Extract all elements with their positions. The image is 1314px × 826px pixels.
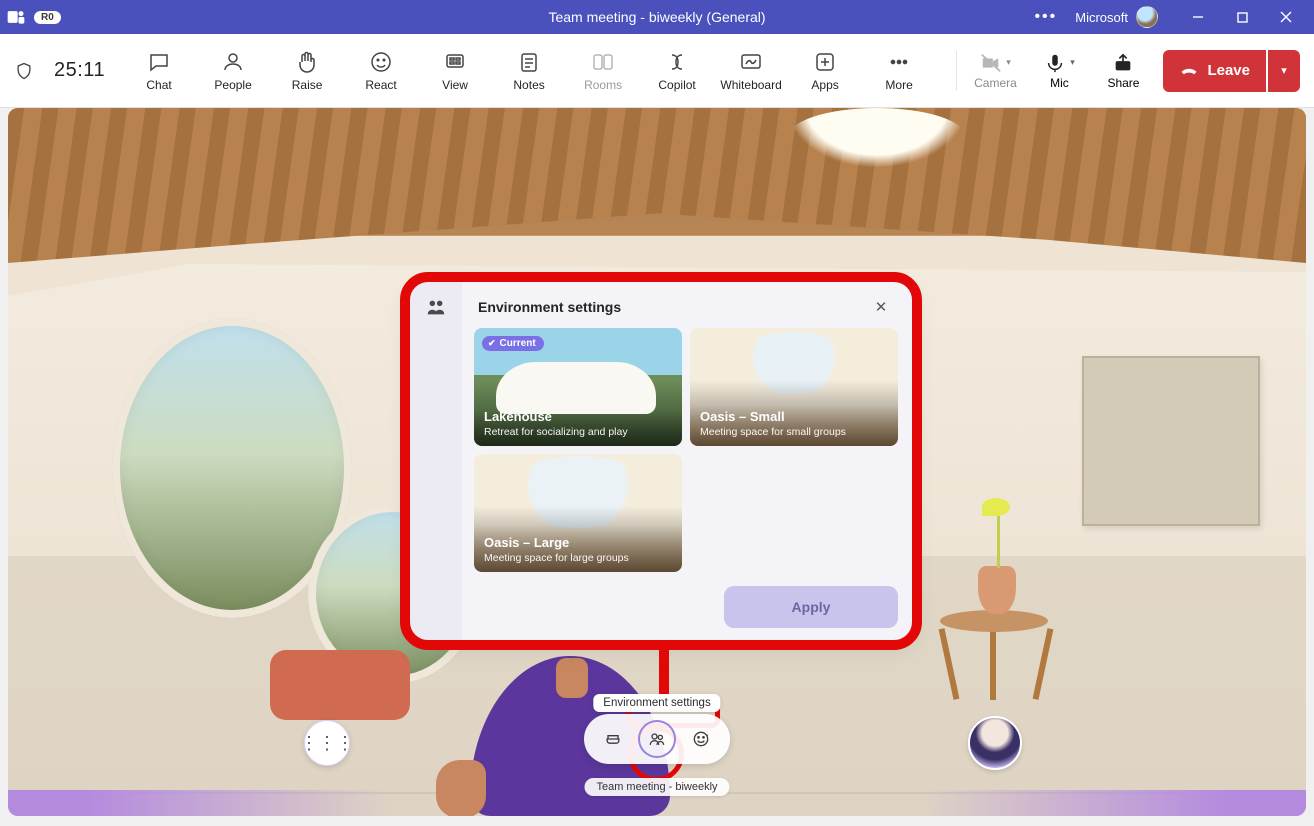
environment-option-lakehouse[interactable]: Current Lakehouse Retreat for socializin… [474,328,682,446]
environment-settings-modal: Environment settings ✕ Current Lakehouse… [410,282,912,640]
meeting-timer: 25:11 [54,59,105,82]
toolbar-separator [956,51,957,91]
people-icon [221,50,245,74]
mesh-seat-button[interactable] [594,720,632,758]
chat-button[interactable]: Chat [127,42,191,100]
modal-sidebar [410,282,462,640]
window-maximize-button[interactable] [1220,2,1264,32]
notes-button[interactable]: Notes [497,42,561,100]
scene-painting [1082,356,1260,526]
mesh-toolbar [584,714,730,764]
shield-icon[interactable] [14,61,34,81]
more-button[interactable]: More [867,42,931,100]
more-icon [887,50,911,74]
view-button[interactable]: View [423,42,487,100]
hand-icon [295,50,319,74]
current-badge: Current [482,336,544,351]
environment-option-oasis-small[interactable]: Oasis – Small Meeting space for small gr… [690,328,898,446]
chat-icon [147,50,171,74]
apps-button[interactable]: Apps [793,42,857,100]
ring-badge: R0 [34,11,61,24]
camera-toggle[interactable]: ▾ Camera [963,42,1027,100]
people-button[interactable]: People [201,42,265,100]
waffle-menu-button[interactable]: ⋮⋮⋮ [304,720,350,766]
mic-toggle[interactable]: ▾ Mic [1027,42,1091,100]
account-area[interactable]: Microsoft [1075,6,1158,28]
meeting-toolbar: 25:11 Chat People Raise React View Notes [0,34,1314,108]
room-name-tag: Team meeting - biweekly [584,778,729,796]
window-close-button[interactable] [1264,2,1308,32]
share-button[interactable]: Share [1091,42,1155,100]
apply-button[interactable]: Apply [724,586,898,628]
raise-hand-button[interactable]: Raise [275,42,339,100]
smile-icon [369,50,393,74]
scene-vase [978,566,1016,614]
camera-off-icon [980,52,1002,74]
mic-icon [1044,52,1066,74]
apps-icon [813,50,837,74]
environment-option-oasis-large[interactable]: Oasis – Large Meeting space for large gr… [474,454,682,572]
hangup-icon [1179,61,1199,81]
leave-button[interactable]: Leave [1163,50,1266,92]
environment-icon [425,296,447,323]
grid-icon: ⋮⋮⋮ [300,733,354,754]
react-button[interactable]: React [349,42,413,100]
copilot-icon [665,50,689,74]
window-minimize-button[interactable] [1176,2,1220,32]
whiteboard-icon [739,50,763,74]
scene-cushion [270,650,410,720]
meeting-stage: ⋮⋮⋮ Environment settings ✕ Current Lakeh… [8,108,1306,816]
window-titlebar: R0 Team meeting - biweekly (General) •••… [0,0,1314,34]
account-label: Microsoft [1075,10,1128,25]
mesh-environment-button[interactable] [638,720,676,758]
account-avatar-icon [1136,6,1158,28]
ceiling-graphic [8,108,1306,263]
share-icon [1112,52,1134,74]
rooms-icon [591,50,615,74]
view-icon [443,50,467,74]
copilot-button[interactable]: Copilot [645,42,709,100]
rooms-button[interactable]: Rooms [571,42,635,100]
window-title: Team meeting - biweekly (General) [548,9,765,25]
notes-icon [517,50,541,74]
annotation-connector [659,650,669,700]
mesh-react-button[interactable] [682,720,720,758]
participant-avatar[interactable] [968,716,1022,770]
environment-settings-tooltip: Environment settings [593,694,720,712]
titlebar-more-icon[interactable]: ••• [1028,8,1063,26]
whiteboard-button[interactable]: Whiteboard [719,42,783,100]
modal-close-button[interactable]: ✕ [868,294,894,320]
teams-logo-icon [6,7,26,27]
modal-title: Environment settings [478,299,621,315]
leave-dropdown[interactable]: ▾ [1268,50,1300,92]
